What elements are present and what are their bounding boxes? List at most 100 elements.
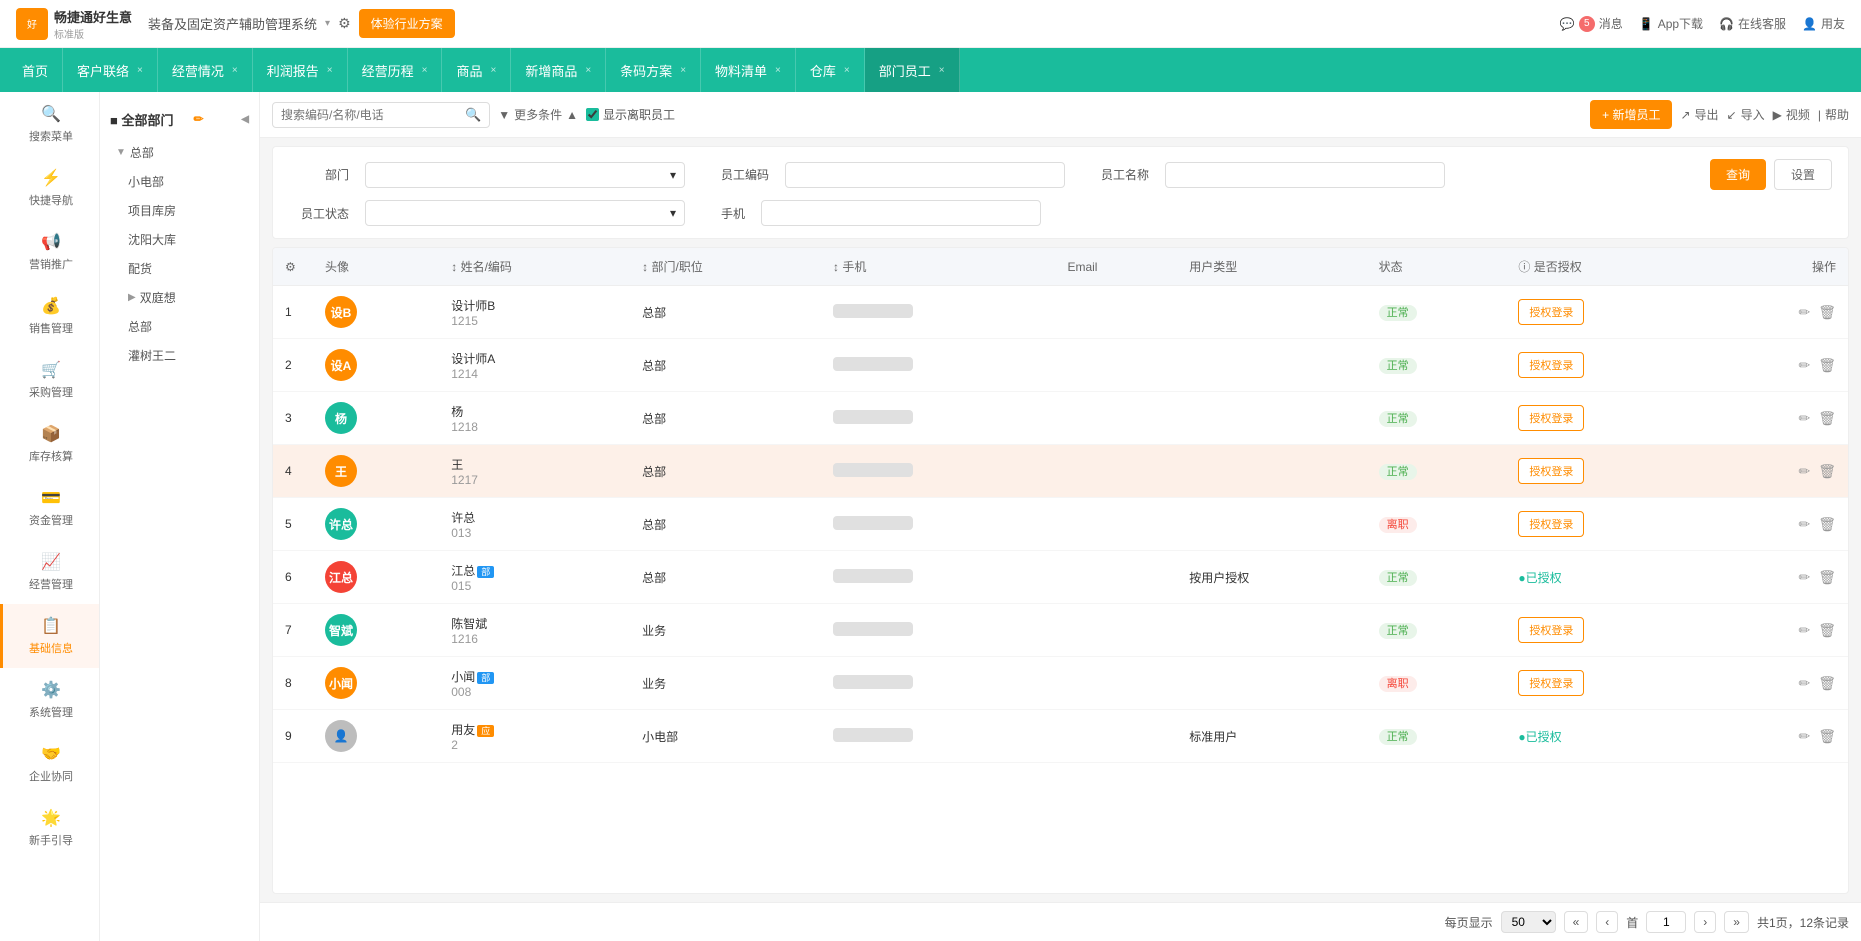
export-button[interactable]: ↗ 导出 bbox=[1680, 106, 1718, 123]
close-icon[interactable]: × bbox=[775, 65, 781, 76]
edit-icon[interactable]: ✏ bbox=[1798, 516, 1810, 533]
page-number-input[interactable] bbox=[1646, 911, 1686, 933]
edit-icon[interactable]: ✏ bbox=[1798, 675, 1810, 692]
close-icon[interactable]: × bbox=[490, 65, 496, 76]
sidebar-item-sales[interactable]: 💰 销售管理 bbox=[0, 284, 99, 348]
sidebar-item-finance[interactable]: 💳 资金管理 bbox=[0, 476, 99, 540]
close-icon[interactable]: × bbox=[422, 65, 428, 76]
nav-tab-goods[interactable]: 商品× bbox=[442, 48, 511, 92]
dept-item-shenyang[interactable]: 沈阳大库 bbox=[112, 225, 259, 254]
dept-collapse-btn[interactable]: ◀ bbox=[241, 114, 249, 125]
message-icon-area[interactable]: 💬 5 消息 bbox=[1560, 15, 1623, 32]
delete-icon[interactable]: 🗑 bbox=[1818, 304, 1836, 321]
emp-code-input[interactable] bbox=[785, 162, 1065, 188]
delete-icon[interactable]: 🗑 bbox=[1818, 622, 1836, 639]
close-icon[interactable]: × bbox=[939, 65, 945, 76]
nav-tab-bom[interactable]: 物料清单× bbox=[701, 48, 796, 92]
sidebar-item-quick-nav[interactable]: ⚡ 快捷导航 bbox=[0, 156, 99, 220]
close-icon[interactable]: × bbox=[232, 65, 238, 76]
close-icon[interactable]: × bbox=[680, 65, 686, 76]
help-button[interactable]: | 帮助 bbox=[1818, 106, 1849, 123]
view-button[interactable]: ▶ 视频 bbox=[1773, 106, 1810, 123]
close-icon[interactable]: × bbox=[137, 65, 143, 76]
edit-icon[interactable]: ✏ bbox=[1798, 357, 1810, 374]
auth-login-button[interactable]: 授权登录 bbox=[1518, 458, 1584, 484]
dept-item-shrub[interactable]: 灌树王二 bbox=[112, 341, 259, 370]
query-button[interactable]: 查询 bbox=[1710, 159, 1766, 190]
dept-item-double-dream[interactable]: ▶ 双庭想 bbox=[112, 283, 259, 312]
more-filter-btn[interactable]: ▼ 更多条件 ▲ bbox=[498, 106, 578, 123]
edit-icon[interactable]: ✏ bbox=[1798, 463, 1810, 480]
settings-button[interactable]: ⚙ bbox=[338, 15, 351, 32]
delete-icon[interactable]: 🗑 bbox=[1818, 675, 1836, 692]
dept-item-head[interactable]: ▼ 总部 bbox=[100, 138, 259, 167]
dept-item-distribution[interactable]: 配货 bbox=[112, 254, 259, 283]
sidebar-item-purchase[interactable]: 🛒 采购管理 bbox=[0, 348, 99, 412]
user-area[interactable]: 👤 用友 bbox=[1802, 15, 1845, 32]
nav-tab-barcode[interactable]: 条码方案× bbox=[606, 48, 701, 92]
auth-login-button[interactable]: 授权登录 bbox=[1518, 617, 1584, 643]
prev-page-btn[interactable]: ‹ bbox=[1596, 911, 1618, 933]
nav-tab-customer[interactable]: 客户联络× bbox=[63, 48, 158, 92]
nav-tab-operations[interactable]: 经营情况× bbox=[158, 48, 253, 92]
delete-icon[interactable]: 🗑 bbox=[1818, 410, 1836, 427]
auth-login-button[interactable]: 授权登录 bbox=[1518, 670, 1584, 696]
online-service-area[interactable]: 🎧 在线客服 bbox=[1719, 15, 1786, 32]
close-icon[interactable]: × bbox=[327, 65, 333, 76]
close-icon[interactable]: × bbox=[585, 65, 591, 76]
col-settings[interactable]: ⚙ bbox=[273, 248, 313, 286]
system-dropdown-arrow[interactable]: ▾ bbox=[325, 18, 330, 29]
show-resigned-checkbox[interactable] bbox=[586, 108, 599, 121]
close-icon[interactable]: × bbox=[844, 65, 850, 76]
import-button[interactable]: ↙ 导入 bbox=[1727, 106, 1765, 123]
sidebar-item-search[interactable]: 🔍 搜索菜单 bbox=[0, 92, 99, 156]
edit-icon[interactable]: ✏ bbox=[1798, 304, 1810, 321]
col-phone[interactable]: ↕ 手机 bbox=[821, 248, 1055, 286]
delete-icon[interactable]: 🗑 bbox=[1818, 569, 1836, 586]
nav-tab-dept-employee[interactable]: 部门员工× bbox=[865, 48, 960, 92]
add-employee-button[interactable]: + 新增员工 bbox=[1590, 100, 1672, 129]
edit-icon[interactable]: ✏ bbox=[1798, 728, 1810, 745]
sidebar-item-inventory[interactable]: 📦 库存核算 bbox=[0, 412, 99, 476]
dept-item-general[interactable]: 总部 bbox=[112, 312, 259, 341]
sidebar-item-basic[interactable]: 📋 基础信息 bbox=[0, 604, 99, 668]
delete-icon[interactable]: 🗑 bbox=[1818, 516, 1836, 533]
delete-icon[interactable]: 🗑 bbox=[1818, 463, 1836, 480]
per-page-select[interactable]: 50 100 200 bbox=[1501, 911, 1556, 933]
auth-login-button[interactable]: 授权登录 bbox=[1518, 352, 1584, 378]
edit-icon[interactable]: ✏ bbox=[1798, 569, 1810, 586]
auth-login-button[interactable]: 授权登录 bbox=[1518, 299, 1584, 325]
last-page-btn[interactable]: » bbox=[1724, 911, 1749, 933]
emp-name-input[interactable] bbox=[1165, 162, 1445, 188]
dept-item-small-elec[interactable]: 小电部 bbox=[112, 167, 259, 196]
sidebar-item-marketing[interactable]: 📢 营销推广 bbox=[0, 220, 99, 284]
nav-tab-add-goods[interactable]: 新增商品× bbox=[511, 48, 606, 92]
app-download-area[interactable]: 📱 App下载 bbox=[1639, 15, 1703, 32]
emp-status-select[interactable]: ▾ bbox=[365, 200, 685, 226]
sidebar-item-enterprise[interactable]: 🤝 企业协同 bbox=[0, 732, 99, 796]
delete-icon[interactable]: 🗑 bbox=[1818, 728, 1836, 745]
nav-tab-warehouse[interactable]: 仓库× bbox=[796, 48, 865, 92]
edit-icon[interactable]: ✏ bbox=[1798, 410, 1810, 427]
dept-select[interactable]: ▾ bbox=[365, 162, 685, 188]
col-dept[interactable]: ↕ 部门/职位 bbox=[630, 248, 821, 286]
nav-tab-home[interactable]: 首页 bbox=[8, 48, 63, 92]
edit-icon[interactable]: ✏ bbox=[1798, 622, 1810, 639]
phone-input[interactable] bbox=[761, 200, 1041, 226]
auth-login-button[interactable]: 授权登录 bbox=[1518, 405, 1584, 431]
sidebar-item-system[interactable]: ⚙️ 系统管理 bbox=[0, 668, 99, 732]
nav-tab-profit[interactable]: 利润报告× bbox=[253, 48, 348, 92]
dept-edit-icon[interactable]: ✏ bbox=[183, 106, 213, 132]
dept-item-project[interactable]: 项目库房 bbox=[112, 196, 259, 225]
auth-login-button[interactable]: 授权登录 bbox=[1518, 511, 1584, 537]
first-page-btn[interactable]: « bbox=[1564, 911, 1589, 933]
show-resigned-label[interactable]: 显示离职员工 bbox=[586, 106, 675, 123]
experience-button[interactable]: 体验行业方案 bbox=[359, 9, 455, 38]
delete-icon[interactable]: 🗑 bbox=[1818, 357, 1836, 374]
search-input[interactable] bbox=[281, 108, 461, 122]
next-page-btn[interactable]: › bbox=[1694, 911, 1716, 933]
col-name-code[interactable]: ↕ 姓名/编码 bbox=[439, 248, 630, 286]
nav-tab-history[interactable]: 经营历程× bbox=[348, 48, 443, 92]
set-button[interactable]: 设置 bbox=[1774, 159, 1832, 190]
sidebar-item-ops[interactable]: 📈 经营管理 bbox=[0, 540, 99, 604]
